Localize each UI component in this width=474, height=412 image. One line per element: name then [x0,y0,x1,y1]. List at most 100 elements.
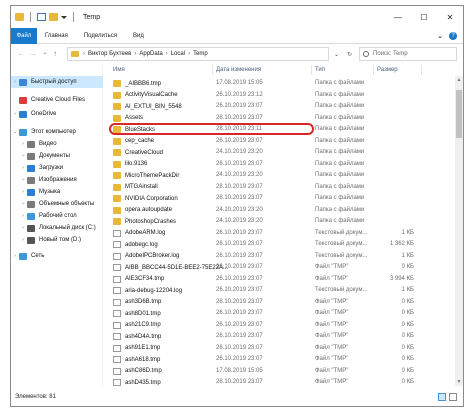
file-row[interactable]: MTGAinstall 28.10.2019 23:07 Папка с файла… [103,182,463,194]
file-row[interactable]: AIE3CF34.tmp 26.10.2019 23:07 Файл "TMP" 3 … [103,274,463,286]
breadcrumb-local[interactable]: Local [171,51,185,57]
sidebar-item[interactable]: › Объемные объекты [11,198,103,210]
column-divider[interactable] [212,65,213,75]
file-row[interactable]: ash21C9.tmp 26.10.2019 23:07 Файл "TMP" 0 К… [103,320,463,332]
file-row[interactable]: ashC86D.tmp 17.08.2019 15:05 Файл "TMP" 0 К… [103,366,463,378]
file-row[interactable]: MicroThemePackDir 24.10.2019 23:20 Папка с… [103,170,463,182]
vertical-scrollbar[interactable]: ▲ ▼ [455,76,463,386]
file-row[interactable]: ash3D6B.tmp 26.10.2019 23:07 Файл "TMP" 0 К… [103,297,463,309]
tab-view[interactable]: Вид [125,28,152,44]
column-divider[interactable] [373,65,374,75]
file-row[interactable]: AI_EXTUI_BIN_5548 26.10.2019 23:07 Папка с… [103,101,463,113]
sidebar-item[interactable]: › Быстрый доступ [11,76,103,88]
file-type: Файл "TMP" [315,367,349,374]
scroll-up-arrow-icon[interactable]: ▲ [455,77,463,83]
folder-icon [113,137,121,145]
back-button[interactable]: ← [15,49,27,58]
sidebar-item[interactable]: ⌄ Этот компьютер [11,126,103,138]
file-row[interactable]: NVIDIA Corporation 26.10.2019 23:07 Папка … [103,193,463,205]
close-button[interactable]: ✕ [437,6,463,28]
file-row[interactable]: AdobeARM.log 26.10.2019 23:07 Текстовый до… [103,228,463,240]
sidebar-item[interactable]: › OneDrive [11,108,103,120]
sidebar-item[interactable]: › Музыка [11,186,103,198]
sidebar-item[interactable]: › Рабочий стол [11,210,103,222]
file-type: Файл "TMP" [315,310,349,316]
file-row[interactable]: cep_cache 26.10.2019 23:07 Папка с файлами [103,136,463,148]
address-bar[interactable]: › Виктор Бухтеев › AppData › Local › Tem… [67,47,329,61]
file-row[interactable]: ash4D4A.tmp 26.10.2019 23:07 Файл "TMP" 0 К… [103,331,463,343]
file-type: Файл "TMP" [315,356,349,362]
sidebar-item-label: Рабочий стол [39,213,77,219]
expand-chevron-icon[interactable]: › [19,177,27,183]
column-divider[interactable] [311,65,312,75]
help-icon[interactable]: ? [449,32,457,40]
breadcrumb-temp[interactable]: Temp [193,51,208,57]
column-header-name[interactable]: Имя [113,67,125,73]
breadcrumb-appdata[interactable]: AppData [139,51,162,57]
large-icons-view-icon[interactable] [449,393,457,401]
refresh-icon[interactable]: ↻ [347,51,352,58]
file-row[interactable]: ash8D01.tmp 26.10.2019 23:07 Файл "TMP" 0 К… [103,308,463,320]
file-row[interactable]: CreativeCloud 24.10.2019 23:20 Папка с фай… [103,147,463,159]
expand-chevron-icon[interactable]: › [19,141,27,147]
sidebar-item[interactable]: › Видео [11,138,103,150]
sidebar-item[interactable]: › Локальный диск (C:) [11,222,103,234]
expand-chevron-icon[interactable]: › [19,237,27,243]
file-size: 0 КБ [401,310,414,316]
sidebar-item[interactable]: › Документы [11,150,103,162]
file-row[interactable]: ashA618.tmp 26.10.2019 23:07 Файл "TMP" 0 К… [103,354,463,366]
file-name-cell: aria-debug-12204.log [113,287,182,294]
tab-file[interactable]: Файл [11,27,37,44]
expand-chevron-icon[interactable]: › [11,253,19,259]
expand-chevron-icon[interactable]: › [19,201,27,207]
sidebar-item[interactable]: › Сеть [11,250,103,262]
file-row[interactable]: lilo.9136 26.10.2019 23:07 Папка с файлами [103,159,463,171]
expand-chevron-icon[interactable]: › [19,153,27,159]
file-row[interactable]: adobegc.log 26.10.2019 23:07 Текстовый док… [103,239,463,251]
maximize-button[interactable]: ☐ [411,6,437,28]
file-icon [113,264,121,271]
expand-ribbon-chevron-icon[interactable]: ⌄ [437,32,443,40]
scrollbar-thumb[interactable] [456,90,462,138]
file-row[interactable]: AIBB_BBCC44-5D1E-BEE2-75E22A... 26.10.201… [103,262,463,274]
column-header-type[interactable]: Тип [315,67,325,73]
sidebar-item[interactable]: › Изображения [11,174,103,186]
file-row[interactable]: ashD435.tmp 26.10.2019 23:07 Файл "TMP" 0 К… [103,377,463,388]
minimize-button[interactable]: — [385,6,411,28]
search-input[interactable]: Поиск: Temp [359,47,457,61]
file-row[interactable]: AdobeIPCBroker.log 26.10.2019 23:07 Тексто… [103,251,463,263]
sidebar-item[interactable]: › Новый том (D:) [11,234,103,246]
sidebar-item[interactable]: › Загрузки [11,162,103,174]
tab-share[interactable]: Поделиться [76,28,125,44]
file-type: Текстовый докум... [315,229,368,236]
column-header-date[interactable]: Дата изменения [216,67,261,73]
scroll-down-arrow-icon[interactable]: ▼ [455,379,463,385]
details-view-icon[interactable] [438,393,446,401]
expand-chevron-icon[interactable]: › [11,111,19,117]
new-folder-icon[interactable] [49,13,58,21]
customize-toolbar-chevron-icon[interactable] [61,15,67,19]
file-row[interactable]: aria-debug-12204.log 26.10.2019 23:07 Текс… [103,285,463,297]
file-row[interactable]: _AIBBB6.tmp 17.08.2019 15:05 Папка с файла… [103,78,463,90]
expand-chevron-icon[interactable]: › [19,213,27,219]
expand-chevron-icon[interactable]: › [11,79,19,85]
column-divider[interactable] [421,65,422,75]
file-row[interactable]: ActivityVisualCache 26.10.2019 23:12 Папка… [103,90,463,102]
expand-chevron-icon[interactable]: › [19,165,27,171]
expand-chevron-icon[interactable]: › [19,225,27,231]
sidebar-item-label: Объемные объекты [39,201,95,207]
file-row[interactable]: opera autoupdate 24.10.2019 23:20 Папка с … [103,205,463,217]
expand-chevron-icon[interactable]: › [19,189,27,195]
breadcrumb-user[interactable]: Виктор Бухтеев [88,51,131,57]
tab-home[interactable]: Главная [37,28,76,44]
address-dropdown-chevron-icon[interactable]: ⌄ [334,51,339,58]
file-row[interactable]: ash91E1.tmp 26.10.2019 23:07 Файл "TMP" 0 К… [103,343,463,355]
file-row[interactable]: PhotoshopCrashes 24.10.2019 23:20 Папка с … [103,216,463,228]
sidebar-item-label: Видео [39,141,57,147]
column-header-size[interactable]: Размер [377,67,398,73]
forward-button[interactable]: → [27,49,39,58]
sidebar-item[interactable]: Creative Cloud Files [11,94,103,106]
up-button[interactable]: ↑ [49,49,61,58]
expand-chevron-icon[interactable]: ⌄ [11,129,19,135]
properties-icon[interactable] [37,13,46,21]
